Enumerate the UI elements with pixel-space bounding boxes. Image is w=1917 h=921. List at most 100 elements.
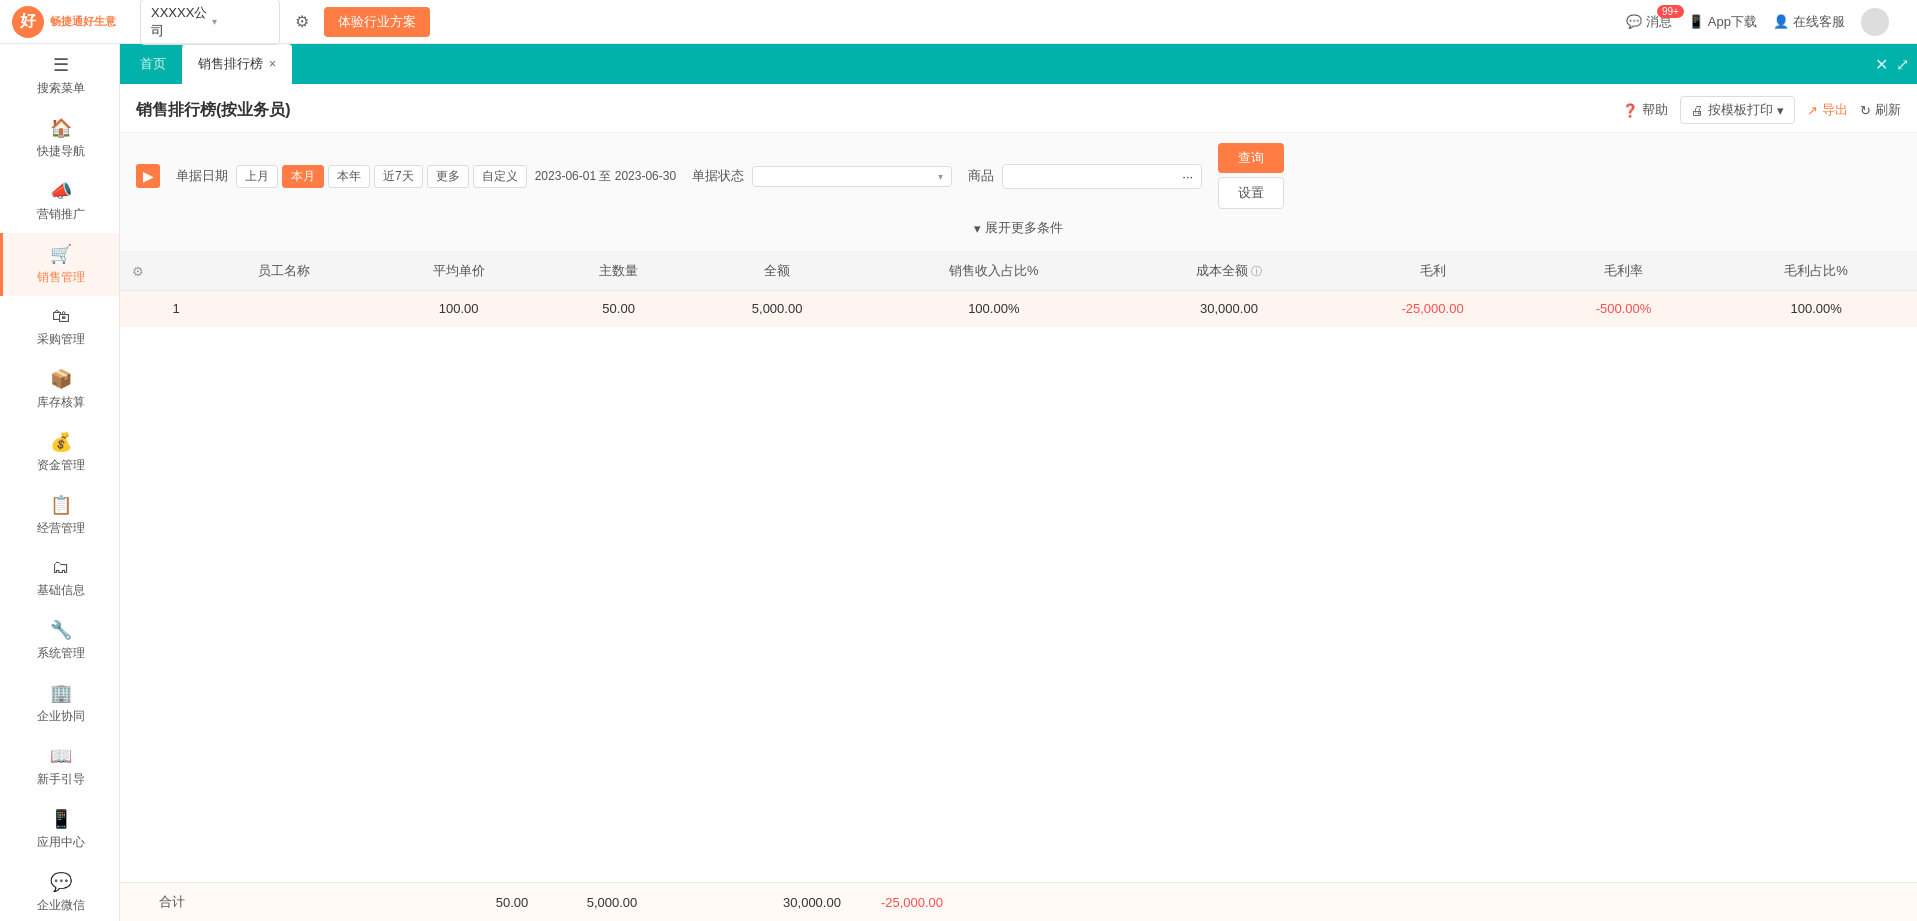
tab-close-window-icon[interactable]: ✕	[1875, 55, 1888, 74]
top-bar-right: 💬 消息 99+ 📱 App下载 👤 在线客服	[1626, 8, 1905, 36]
main-layout: ☰ 搜索菜单 🏠 快捷导航 📣 营销推广 🛒 销售管理 🛍 采购管理 📦 库存核…	[0, 44, 1917, 921]
logo-text: 畅捷通好生意	[50, 14, 116, 28]
operation-icon: 📋	[50, 494, 72, 516]
sidebar-item-search[interactable]: ☰ 搜索菜单	[0, 44, 119, 107]
filter-actions: 查询 设置	[1218, 143, 1284, 209]
sidebar-item-label: 快捷导航	[37, 143, 85, 160]
help-button[interactable]: ❓ 帮助	[1622, 101, 1668, 119]
sidebar-item-label: 企业微信	[37, 897, 85, 914]
sidebar-item-basic-info[interactable]: 🗂 基础信息	[0, 547, 119, 609]
footer-cost-amount: 30,000.00	[772, 895, 852, 910]
app-center-icon: 📱	[50, 808, 72, 830]
online-service-icon: 👤	[1773, 14, 1789, 29]
date-btn-this-month[interactable]: 本月	[282, 165, 324, 188]
row-gross-rate-cell: -500.00%	[1532, 291, 1715, 327]
sidebar-item-app-center[interactable]: 📱 应用中心	[0, 798, 119, 861]
col-sales-pct: 销售收入占比%	[863, 252, 1125, 291]
basic-info-icon: 🗂	[52, 557, 70, 578]
chevron-down-icon: ▾	[212, 16, 269, 27]
table-row: 1 100.00 50.00 5,000.00 100.00% 30,000.0…	[120, 291, 1917, 327]
sidebar-item-label: 资金管理	[37, 457, 85, 474]
export-icon: ↗	[1807, 103, 1818, 118]
wechat-icon: 💬	[50, 871, 72, 893]
sidebar-item-inventory[interactable]: 📦 库存核算	[0, 358, 119, 421]
online-service-label: 在线客服	[1793, 13, 1845, 31]
page-actions: ❓ 帮助 🖨 按模板打印 ▾ ↗ 导出 ↻ 刷新	[1622, 96, 1901, 124]
top-settings-icon[interactable]: ⚙	[288, 8, 316, 36]
sidebar-item-purchase[interactable]: 🛍 采购管理	[0, 296, 119, 358]
tab-home-label: 首页	[140, 55, 166, 73]
expand-conditions-button[interactable]: ▾ 展开更多条件	[974, 215, 1063, 241]
app-download-label: App下载	[1708, 13, 1757, 31]
goods-more-icon: ···	[1182, 169, 1193, 184]
col-rank	[156, 252, 196, 291]
goods-select[interactable]: ···	[1002, 164, 1202, 189]
row-sales-pct-cell: 100.00%	[863, 291, 1125, 327]
search-icon: ☰	[53, 54, 69, 76]
row-cost-amount-cell: 30,000.00	[1125, 291, 1334, 327]
home-icon: 🏠	[50, 117, 72, 139]
tab-close-icon[interactable]: ×	[269, 57, 276, 71]
sidebar-item-label: 企业协同	[37, 708, 85, 725]
date-btn-7days[interactable]: 近7天	[374, 165, 423, 188]
messages-button[interactable]: 💬 消息 99+	[1626, 13, 1672, 31]
table-footer: 合计 50.00 5,000.00 30,000.00 -25,000.00	[120, 882, 1917, 921]
row-name-cell	[196, 291, 371, 327]
app-download-icon: 📱	[1688, 14, 1704, 29]
sales-rank-table: ⚙ 员工名称 平均单价 主数量 全额 销售收入占比% 成本全额 ⓘ 毛利	[120, 252, 1917, 327]
sidebar-item-label: 销售管理	[37, 269, 85, 286]
online-service-button[interactable]: 👤 在线客服	[1773, 13, 1845, 31]
sidebar-item-sales[interactable]: 🛒 销售管理	[0, 233, 119, 296]
export-button[interactable]: ↗ 导出	[1807, 101, 1848, 119]
footer-main-qty: 50.00	[472, 895, 552, 910]
cost-info-icon[interactable]: ⓘ	[1251, 265, 1262, 277]
table-header-row: ⚙ 员工名称 平均单价 主数量 全额 销售收入占比% 成本全额 ⓘ 毛利	[120, 252, 1917, 291]
filter-date-group: 单据日期 上月 本月 本年 近7天 更多 自定义 2023-06-01 至 20…	[176, 165, 676, 188]
sidebar-item-enterprise[interactable]: 🏢 企业协同	[0, 672, 119, 735]
marketing-icon: 📣	[50, 180, 72, 202]
company-selector[interactable]: XXXXX公司 ▾	[140, 0, 280, 45]
col-avg-price: 平均单价	[371, 252, 546, 291]
date-btn-last-month[interactable]: 上月	[236, 165, 278, 188]
template-print-button[interactable]: 🖨 按模板打印 ▾	[1680, 96, 1795, 124]
date-btn-this-year[interactable]: 本年	[328, 165, 370, 188]
date-btn-custom[interactable]: 自定义	[473, 165, 527, 188]
col-gross-rate: 毛利率	[1532, 252, 1715, 291]
top-bar: 好 畅捷通好生意 XXXXX公司 ▾ ⚙ 体验行业方案 💬 消息 99+ 📱 A…	[0, 0, 1917, 44]
sidebar-item-label: 采购管理	[37, 331, 85, 348]
sidebar-item-finance[interactable]: 💰 资金管理	[0, 421, 119, 484]
doc-status-select[interactable]: ▾	[752, 166, 952, 187]
purchase-icon: 🛍	[52, 306, 70, 327]
row-gross-profit-cell: -25,000.00	[1333, 291, 1531, 327]
settings-button[interactable]: 设置	[1218, 177, 1284, 209]
sidebar-item-system[interactable]: 🔧 系统管理	[0, 609, 119, 672]
system-icon: 🔧	[50, 619, 72, 641]
sidebar-item-quick-nav[interactable]: 🏠 快捷导航	[0, 107, 119, 170]
tab-sales-rank[interactable]: 销售排行榜 ×	[182, 44, 292, 84]
date-btn-more[interactable]: 更多	[427, 165, 469, 188]
tab-expand-icon[interactable]: ⤢	[1896, 55, 1909, 74]
footer-label: 合计	[132, 893, 212, 911]
query-button[interactable]: 查询	[1218, 143, 1284, 173]
refresh-icon: ↻	[1860, 103, 1871, 118]
avatar[interactable]	[1861, 8, 1889, 36]
date-filter-label: 单据日期	[176, 167, 228, 185]
column-settings-icon[interactable]: ⚙	[132, 264, 144, 279]
footer-gross-profit: -25,000.00	[872, 895, 952, 910]
sidebar-item-marketing[interactable]: 📣 营销推广	[0, 170, 119, 233]
row-rank-cell: 1	[156, 291, 196, 327]
filter-expand-arrow[interactable]: ▶	[136, 164, 160, 188]
refresh-button[interactable]: ↻ 刷新	[1860, 101, 1901, 119]
app-download-button[interactable]: 📱 App下载	[1688, 13, 1757, 31]
sidebar-item-label: 营销推广	[37, 206, 85, 223]
tab-home[interactable]: 首页	[124, 44, 182, 84]
sidebar-item-label: 经营管理	[37, 520, 85, 537]
sidebar-item-wechat[interactable]: 💬 企业微信	[0, 861, 119, 921]
sidebar-item-guide[interactable]: 📖 新手引导	[0, 735, 119, 798]
col-name: 员工名称	[196, 252, 371, 291]
sidebar-item-operation[interactable]: 📋 经营管理	[0, 484, 119, 547]
sidebar-item-label: 新手引导	[37, 771, 85, 788]
sidebar-item-label: 库存核算	[37, 394, 85, 411]
goods-label: 商品	[968, 167, 994, 185]
trial-button[interactable]: 体验行业方案	[324, 7, 430, 37]
